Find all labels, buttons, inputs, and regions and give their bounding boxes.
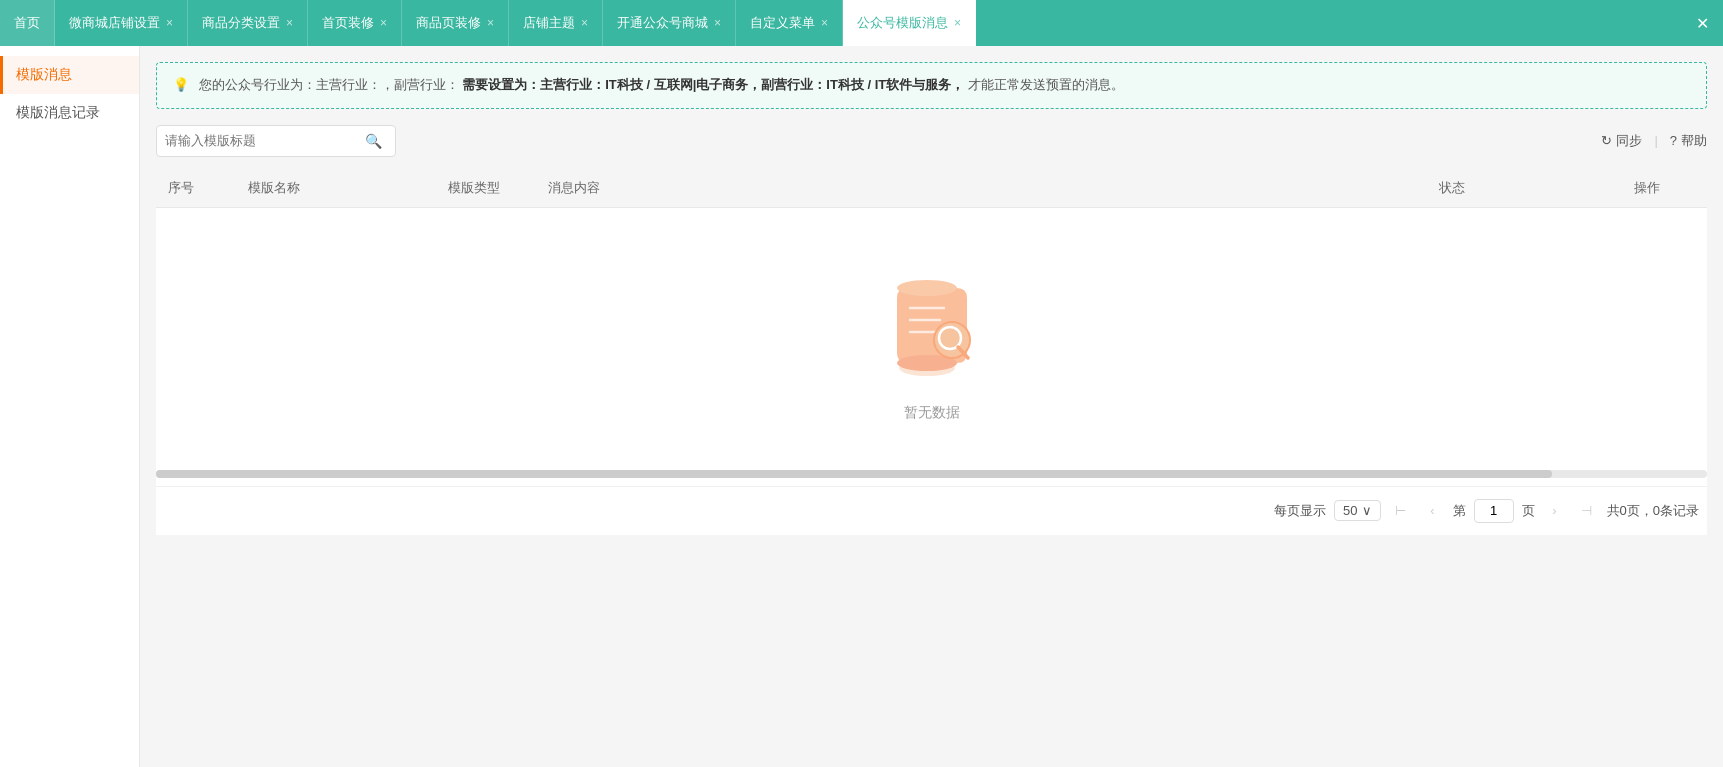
- empty-text: 暂无数据: [904, 404, 960, 422]
- nav-tab-shop-theme[interactable]: 店铺主题 ×: [509, 0, 603, 46]
- help-button[interactable]: ? 帮助: [1670, 132, 1707, 150]
- notice-icon: 💡: [173, 77, 189, 92]
- th-name: 模版名称: [236, 169, 436, 207]
- nav-tab-open-mall-label: 开通公众号商城: [617, 14, 708, 32]
- pagination: 每页显示 50 ∨ ⊢ ‹ 第 页 › ⊣ 共0页，0条记录: [156, 486, 1707, 535]
- nav-tab-shop-theme-label: 店铺主题: [523, 14, 575, 32]
- next-page-button[interactable]: ›: [1543, 499, 1567, 523]
- close-all-button[interactable]: ✕: [1682, 0, 1723, 46]
- search-icon[interactable]: 🔍: [365, 133, 382, 149]
- close-shop-settings-icon[interactable]: ×: [166, 16, 173, 30]
- page-size-select[interactable]: 50 ∨: [1334, 500, 1380, 521]
- table-header: 序号 模版名称 模版类型 消息内容 状态 操作: [156, 169, 1707, 208]
- divider: |: [1654, 133, 1657, 148]
- close-open-mall-icon[interactable]: ×: [714, 16, 721, 30]
- th-status: 状态: [1427, 169, 1587, 207]
- nav-tab-custom-menu-label: 自定义菜单: [750, 14, 815, 32]
- top-nav: 首页 微商城店铺设置 × 商品分类设置 × 首页装修 × 商品页装修 × 店铺主…: [0, 0, 1723, 46]
- prev-page-button[interactable]: ‹: [1421, 499, 1445, 523]
- page-number-input[interactable]: [1474, 499, 1514, 523]
- sidebar-item-template-msg[interactable]: 模版消息: [0, 56, 139, 94]
- scroll-thumb[interactable]: [156, 470, 1552, 478]
- search-input-wrap[interactable]: 🔍: [156, 125, 396, 157]
- first-page-button[interactable]: ⊢: [1389, 499, 1413, 523]
- main-layout: 模版消息 模版消息记录 💡 您的公众号行业为：主营行业：，副营行业： 需要设置为…: [0, 46, 1723, 767]
- nav-tab-home[interactable]: 首页: [0, 0, 55, 46]
- close-custom-menu-icon[interactable]: ×: [821, 16, 828, 30]
- sync-label: 同步: [1616, 132, 1642, 150]
- nav-tab-product-decoration[interactable]: 商品页装修 ×: [402, 0, 509, 46]
- th-content: 消息内容: [536, 169, 1427, 207]
- th-seq: 序号: [156, 169, 236, 207]
- page-label-suffix: 页: [1522, 502, 1535, 520]
- nav-tab-category-settings[interactable]: 商品分类设置 ×: [188, 0, 308, 46]
- last-page-button[interactable]: ⊣: [1575, 499, 1599, 523]
- horizontal-scrollbar[interactable]: [156, 470, 1707, 478]
- nav-tab-shop-settings-label: 微商城店铺设置: [69, 14, 160, 32]
- nav-tab-shop-settings[interactable]: 微商城店铺设置 ×: [55, 0, 188, 46]
- total-label: 共0页，0条记录: [1607, 502, 1699, 520]
- nav-tab-template-message[interactable]: 公众号模版消息 ×: [843, 0, 976, 46]
- close-all-icon: ✕: [1696, 14, 1709, 33]
- close-home-decoration-icon[interactable]: ×: [380, 16, 387, 30]
- empty-state: 暂无数据: [156, 208, 1707, 462]
- close-product-decoration-icon[interactable]: ×: [487, 16, 494, 30]
- nav-tab-template-message-label: 公众号模版消息: [857, 14, 948, 32]
- content-area: 💡 您的公众号行业为：主营行业：，副营行业： 需要设置为：主营行业：IT科技 /…: [140, 46, 1723, 767]
- close-shop-theme-icon[interactable]: ×: [581, 16, 588, 30]
- notice-prefix: 您的公众号行业为：主营行业：，副营行业：: [199, 77, 459, 92]
- data-table: 序号 模版名称 模版类型 消息内容 状态 操作: [156, 169, 1707, 535]
- notice-suffix: 才能正常发送预置的消息。: [968, 77, 1124, 92]
- search-actions: ↻ 同步 | ? 帮助: [1601, 132, 1707, 150]
- th-action: 操作: [1587, 169, 1707, 207]
- nav-tab-home-label: 首页: [14, 14, 40, 32]
- search-bar: 🔍 ↻ 同步 | ? 帮助: [156, 125, 1707, 157]
- nav-tab-category-settings-label: 商品分类设置: [202, 14, 280, 32]
- help-label: 帮助: [1681, 132, 1707, 150]
- nav-tab-home-decoration-label: 首页装修: [322, 14, 374, 32]
- notice-highlight: 需要设置为：主营行业：IT科技 / 互联网|电子商务，副营行业：IT科技 / I…: [462, 77, 964, 92]
- nav-tab-product-decoration-label: 商品页装修: [416, 14, 481, 32]
- search-input[interactable]: [165, 133, 365, 148]
- empty-illustration: [872, 268, 992, 388]
- page-size-value: 50: [1343, 503, 1357, 518]
- page-size-label: 每页显示: [1274, 502, 1326, 520]
- sidebar-item-template-msg-label: 模版消息: [16, 66, 72, 82]
- th-type: 模版类型: [436, 169, 536, 207]
- svg-point-1: [897, 280, 957, 296]
- sidebar-item-template-record[interactable]: 模版消息记录: [0, 94, 139, 132]
- nav-tab-open-mall[interactable]: 开通公众号商城 ×: [603, 0, 736, 46]
- sidebar: 模版消息 模版消息记录: [0, 46, 140, 767]
- nav-tab-custom-menu[interactable]: 自定义菜单 ×: [736, 0, 843, 46]
- notice-box: 💡 您的公众号行业为：主营行业：，副营行业： 需要设置为：主营行业：IT科技 /…: [156, 62, 1707, 109]
- sync-button[interactable]: ↻ 同步: [1601, 132, 1642, 150]
- sidebar-item-template-record-label: 模版消息记录: [16, 104, 100, 120]
- help-icon: ?: [1670, 133, 1677, 148]
- close-category-settings-icon[interactable]: ×: [286, 16, 293, 30]
- sync-icon: ↻: [1601, 133, 1612, 148]
- nav-tab-home-decoration[interactable]: 首页装修 ×: [308, 0, 402, 46]
- page-label-prefix: 第: [1453, 502, 1466, 520]
- close-template-message-icon[interactable]: ×: [954, 16, 961, 30]
- chevron-down-icon: ∨: [1362, 503, 1372, 518]
